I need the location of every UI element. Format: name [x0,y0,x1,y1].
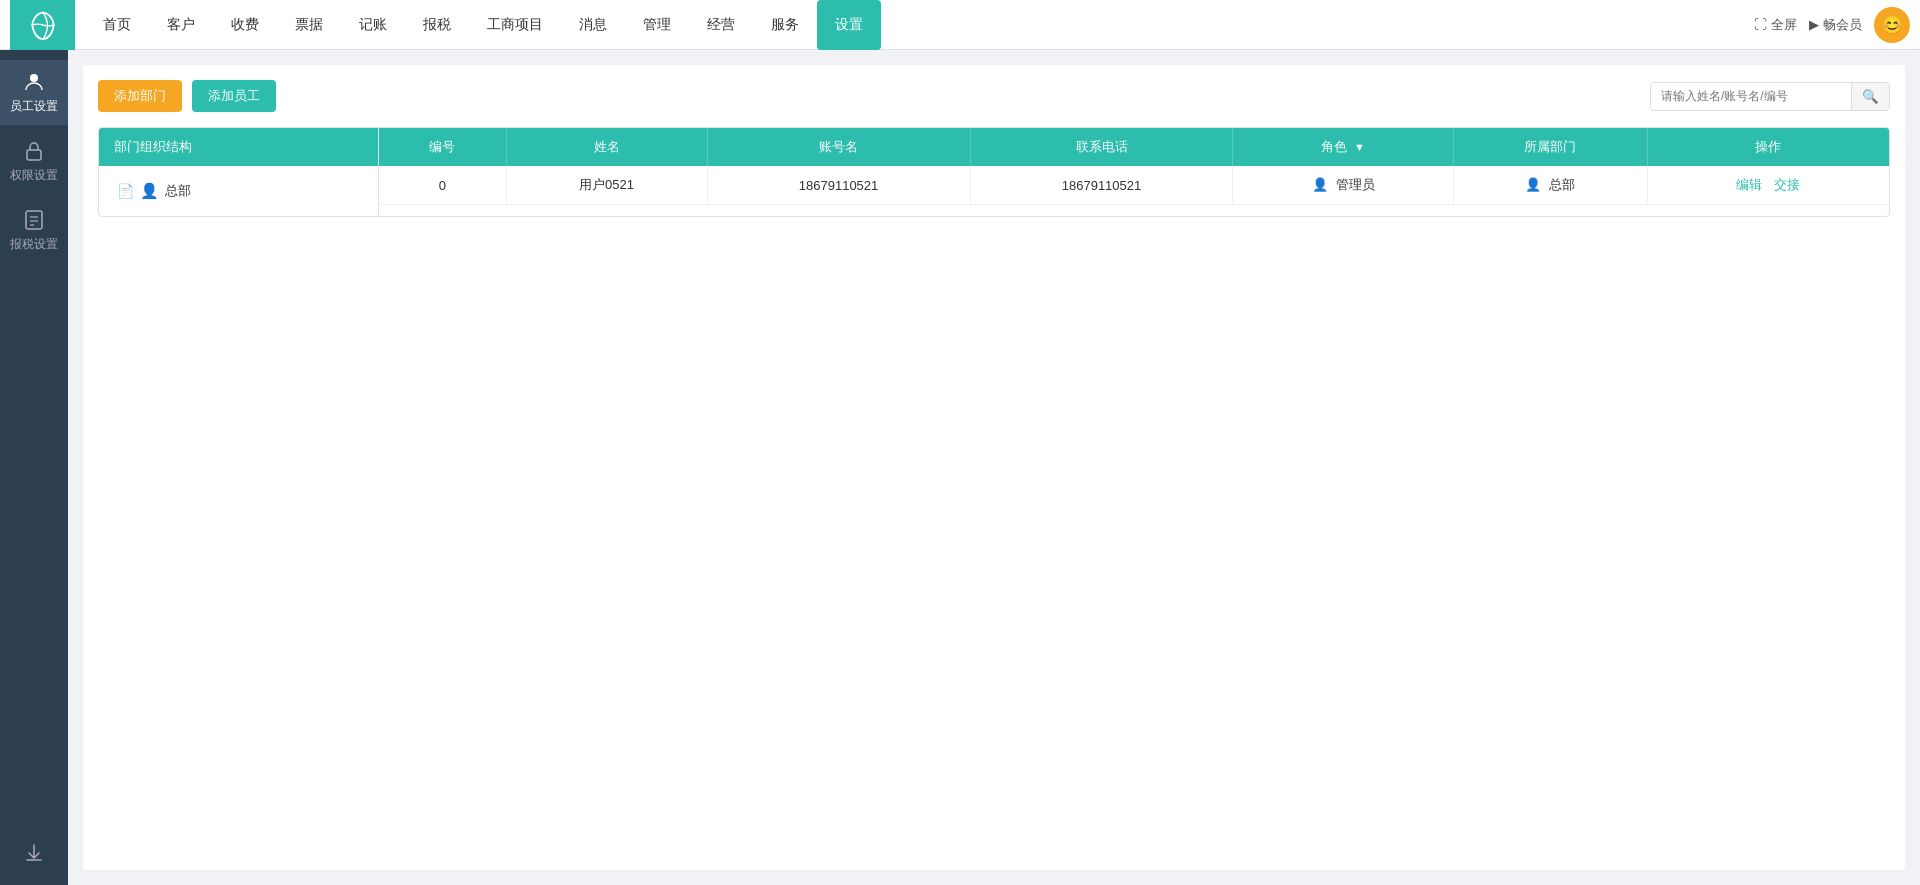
logo [10,0,75,50]
svg-rect-2 [26,211,42,229]
handover-link[interactable]: 交接 [1774,177,1800,192]
body-layout: 部门组织结构 📄 👤 总部 编号 姓名 账号名 [98,127,1890,217]
search-input[interactable] [1651,83,1851,109]
nav-business[interactable]: 工商项目 [469,0,561,50]
add-dept-button[interactable]: 添加部门 [98,80,182,112]
fullscreen-btn[interactable]: ⛶ 全屏 [1754,16,1797,34]
nav-invoice[interactable]: 票据 [277,0,341,50]
toolbar: 添加部门 添加员工 🔍 [98,80,1890,112]
nav-manage[interactable]: 管理 [625,0,689,50]
dept-person-icon: 👤 [1525,177,1541,192]
col-header-action: 操作 [1647,128,1889,166]
file-icon: 📄 [117,183,134,199]
member-label: 畅会员 [1823,16,1862,34]
nav-operation[interactable]: 经营 [689,0,753,50]
col-header-dept: 所属部门 [1453,128,1647,166]
tree-item-label: 总部 [165,182,191,200]
search-bar: 🔍 [1650,82,1890,111]
sidebar-item-tax-label: 报税设置 [10,236,58,253]
tree-panel: 部门组织结构 📄 👤 总部 [99,128,379,216]
sidebar-item-employee-label: 员工设置 [10,98,58,115]
sidebar-item-permissions-label: 权限设置 [10,167,58,184]
filter-icon: ▼ [1354,141,1365,153]
sidebar-item-employee[interactable]: 员工设置 [0,60,68,125]
nav-settings[interactable]: 设置 [817,0,881,50]
cell-dept: 👤 总部 [1453,166,1647,205]
fullscreen-icon: ⛶ [1754,17,1767,32]
svg-point-0 [30,74,38,82]
search-button[interactable]: 🔍 [1851,83,1889,110]
table-row: 0 用户0521 18679110521 18679110521 👤 管理员 👤… [379,166,1889,205]
sidebar-download[interactable] [0,831,68,875]
nav-bookkeeping[interactable]: 记账 [341,0,405,50]
sidebar-item-permissions[interactable]: 权限设置 [0,129,68,194]
nav-customer[interactable]: 客户 [149,0,213,50]
video-icon: ▶ [1809,17,1819,32]
col-header-id: 编号 [379,128,506,166]
edit-link[interactable]: 编辑 [1736,177,1762,192]
person-icon [22,70,46,94]
col-header-role[interactable]: 角色 ▼ [1233,128,1453,166]
cell-name: 用户0521 [506,166,707,205]
tax-icon [22,208,46,232]
main-content: 添加部门 添加员工 🔍 部门组织结构 📄 👤 总部 [68,50,1920,885]
cell-account: 18679110521 [707,166,970,205]
table-header-row: 编号 姓名 账号名 联系电话 角色 ▼ 所属部门 操作 [379,128,1889,166]
cell-id: 0 [379,166,506,205]
tree-header: 部门组织结构 [99,128,378,166]
sidebar-item-tax[interactable]: 报税设置 [0,198,68,263]
fullscreen-label: 全屏 [1771,16,1797,34]
cell-action: 编辑 交接 [1647,166,1889,205]
svg-rect-1 [27,150,41,160]
nav-home[interactable]: 首页 [85,0,149,50]
sidebar: 员工设置 权限设置 报税设置 [0,50,68,885]
tree-person-icon: 👤 [140,182,159,200]
employee-table: 编号 姓名 账号名 联系电话 角色 ▼ 所属部门 操作 [379,128,1889,205]
add-staff-button[interactable]: 添加员工 [192,80,276,112]
content-card: 添加部门 添加员工 🔍 部门组织结构 📄 👤 总部 [83,65,1905,870]
member-btn[interactable]: ▶ 畅会员 [1809,16,1862,34]
role-person-icon: 👤 [1312,177,1328,192]
tree-body: 📄 👤 总部 [99,166,378,216]
nav-right-area: ⛶ 全屏 ▶ 畅会员 😊 [1754,7,1910,43]
col-header-phone: 联系电话 [970,128,1233,166]
cell-role: 👤 管理员 [1233,166,1453,205]
nav-tax[interactable]: 报税 [405,0,469,50]
top-navigation: 首页 客户 收费 票据 记账 报税 工商项目 消息 管理 经营 服务 设置 ⛶ … [0,0,1920,50]
nav-menu: 首页 客户 收费 票据 记账 报税 工商项目 消息 管理 经营 服务 设置 [85,0,1754,50]
nav-billing[interactable]: 收费 [213,0,277,50]
tree-item-root[interactable]: 📄 👤 总部 [109,176,368,206]
nav-service[interactable]: 服务 [753,0,817,50]
lock-icon [22,139,46,163]
nav-message[interactable]: 消息 [561,0,625,50]
search-icon: 🔍 [1862,89,1879,104]
col-header-account: 账号名 [707,128,970,166]
table-panel: 编号 姓名 账号名 联系电话 角色 ▼ 所属部门 操作 [379,128,1889,216]
user-avatar[interactable]: 😊 [1874,7,1910,43]
col-header-name: 姓名 [506,128,707,166]
cell-phone: 18679110521 [970,166,1233,205]
download-icon [22,841,46,865]
